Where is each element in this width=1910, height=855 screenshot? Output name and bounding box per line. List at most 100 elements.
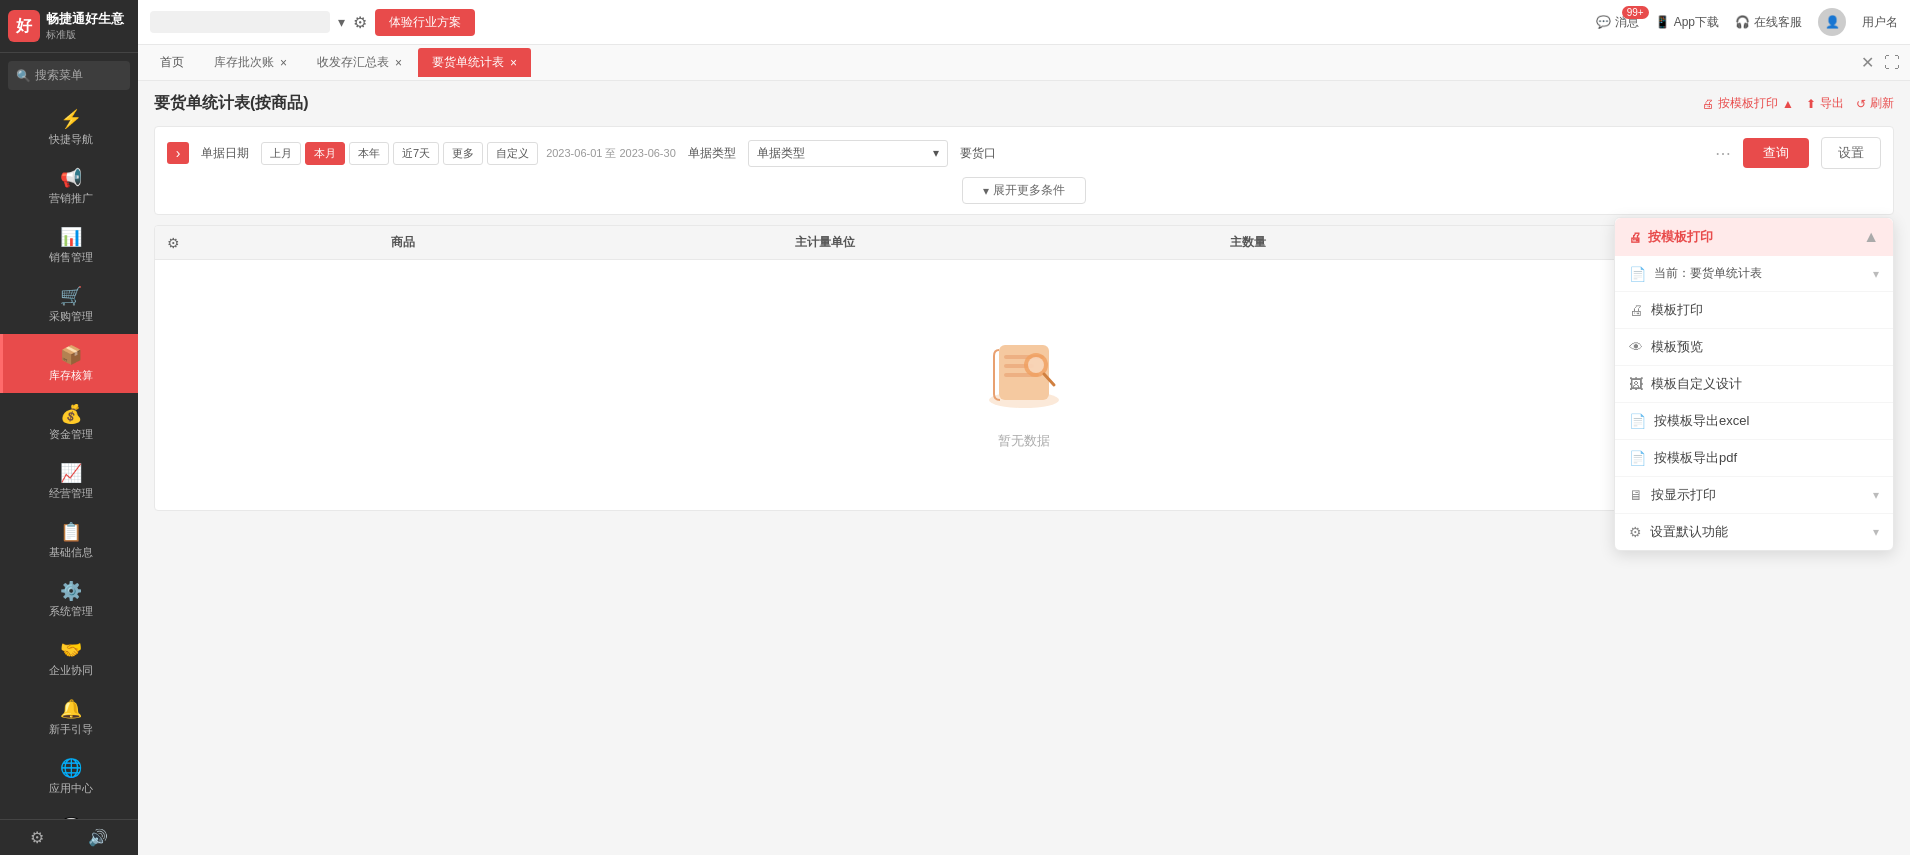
search-menu-button[interactable]: 🔍 搜索菜单 [8,61,130,90]
print-template-button[interactable]: 🖨 按模板打印 ▲ [1702,95,1794,112]
tab-home[interactable]: 首页 [146,48,198,77]
system-icon: ⚙️ [60,580,82,602]
printer-dropdown-icon: 🖨 [1629,230,1642,245]
topbar-settings-button[interactable]: ⚙ [353,13,367,32]
topbar-right: 💬 消息 99+ 📱 App下载 🎧 在线客服 👤 用户名 [1596,8,1898,36]
date-btn-this-year[interactable]: 本年 [349,142,389,165]
tab-order-stat-close[interactable]: × [510,56,517,70]
current-template-item[interactable]: 📄 当前：要货单统计表 ▾ [1615,256,1893,292]
sidebar-item-wechat[interactable]: 💬 企业微信 [0,806,138,819]
dropdown-close-button[interactable]: ▲ [1863,228,1879,246]
sidebar-item-collab[interactable]: 🤝 企业协同 [0,629,138,688]
sidebar-item-purchase[interactable]: 🛒 采购管理 [0,275,138,334]
empty-illustration [974,320,1074,420]
tab-inventory-batch[interactable]: 库存批次账 × [200,48,301,77]
date-btn-7days[interactable]: 近7天 [393,142,439,165]
search-icon: 🔍 [16,69,31,83]
date-btn-this-month[interactable]: 本月 [305,142,345,165]
export-button[interactable]: ⬆ 导出 [1806,95,1844,112]
display-print-item[interactable]: 🖥 按显示打印 ▾ [1615,477,1893,514]
app-logo: 好 畅捷通好生意 标准版 [0,0,138,53]
tab-collection-summary-close[interactable]: × [395,56,402,70]
download-icon: 📱 [1655,15,1670,29]
apps-icon: 🌐 [60,757,82,779]
empty-text: 暂无数据 [998,432,1050,450]
tab-order-stat[interactable]: 要货单统计表 × [418,48,531,77]
sidebar-item-finance[interactable]: 💰 资金管理 [0,393,138,452]
expand-conditions-button[interactable]: ▾ 展开更多条件 [962,177,1086,204]
template-print-item[interactable]: 🖨 模板打印 [1615,292,1893,329]
sidebar-item-operation[interactable]: 📈 经营管理 [0,452,138,511]
column-settings-button[interactable]: ⚙ [167,235,180,251]
quick-nav-icon: ⚡ [60,108,82,130]
topbar-search-input[interactable] [150,11,330,33]
more-options-button[interactable]: ⋯ [1715,144,1731,163]
page-title-bar: 要货单统计表(按商品) 🖨 按模板打印 ▲ ⬆ 导出 ↺ 刷新 [154,93,1894,114]
refresh-button[interactable]: ↺ 刷新 [1856,95,1894,112]
topbar: ▾ ⚙ 体验行业方案 💬 消息 99+ 📱 App下载 🎧 在线客服 👤 用户名 [138,0,1910,45]
finance-icon: 💰 [60,403,82,425]
sidebar-item-system[interactable]: ⚙️ 系统管理 [0,570,138,629]
type-filter-select[interactable]: 单据类型 ▾ [748,140,948,167]
template-preview-item[interactable]: 👁 模板预览 [1615,329,1893,366]
sidebar-item-marketing[interactable]: 📢 营销推广 [0,157,138,216]
pdf-icon: 📄 [1629,450,1646,466]
date-btn-last-month[interactable]: 上月 [261,142,301,165]
refresh-icon: ↺ [1856,97,1866,111]
customer-service-button[interactable]: 🎧 在线客服 [1735,14,1802,31]
default-func-arrow-icon: ▾ [1873,525,1879,539]
sidebar-item-sales[interactable]: 📊 销售管理 [0,216,138,275]
template-export-excel-item[interactable]: 📄 按模板导出excel [1615,403,1893,440]
dropdown-header: 🖨 按模板打印 ▲ [1615,218,1893,256]
svg-point-6 [1028,357,1044,373]
sidebar-item-basic[interactable]: 📋 基础信息 [0,511,138,570]
order-type-label: 要货口 [960,145,996,162]
sidebar-nav: ⚡ 快捷导航 📢 营销推广 📊 销售管理 🛒 采购管理 📦 库存核算 💰 资金管… [0,98,138,819]
default-func-item[interactable]: ⚙ 设置默认功能 ▾ [1615,514,1893,550]
template-export-pdf-item[interactable]: 📄 按模板导出pdf [1615,440,1893,477]
app-download-button[interactable]: 📱 App下载 [1655,14,1719,31]
display-print-icon: 🖥 [1629,487,1643,503]
date-btn-more[interactable]: 更多 [443,142,483,165]
tab-collection-summary[interactable]: 收发存汇总表 × [303,48,416,77]
message-button[interactable]: 💬 消息 99+ [1596,14,1639,31]
sidebar-search-area[interactable]: 🔍 搜索菜单 [0,53,138,98]
col-header-unit: 主计量单位 [614,234,1036,251]
sidebar-sound-button[interactable]: 🔊 [88,828,108,847]
filter-row-1: › 单据日期 上月 本月 本年 近7天 更多 自定义 2023-06-01 至 … [167,137,1881,169]
expand-icon: ▾ [983,184,989,198]
sidebar-item-guide[interactable]: 🔔 新手引导 [0,688,138,747]
tab-inventory-batch-close[interactable]: × [280,56,287,70]
maximize-tab-button[interactable]: ⛶ [1882,52,1902,74]
page-actions: 🖨 按模板打印 ▲ ⬆ 导出 ↺ 刷新 [1702,95,1894,112]
tabs-bar: 首页 库存批次账 × 收发存汇总表 × 要货单统计表 × ✕ ⛶ [138,45,1910,81]
type-placeholder: 单据类型 [757,145,805,162]
display-print-arrow-icon: ▾ [1873,488,1879,502]
printer-icon: 🖨 [1702,97,1714,111]
topbar-dropdown-button[interactable]: ▾ [338,14,345,30]
export-icon: ⬆ [1806,97,1816,111]
message-badge: 99+ [1622,6,1649,19]
template-design-icon: 🖼 [1629,376,1643,392]
user-avatar[interactable]: 👤 [1818,8,1846,36]
guide-icon: 🔔 [60,698,82,720]
sidebar-settings-button[interactable]: ⚙ [30,828,44,847]
close-tab-button[interactable]: ✕ [1859,51,1876,74]
date-btn-custom[interactable]: 自定义 [487,142,538,165]
collab-icon: 🤝 [60,639,82,661]
operation-icon: 📈 [60,462,82,484]
filter-expand-left-button[interactable]: › [167,142,189,164]
settings-button[interactable]: 设置 [1821,137,1881,169]
sidebar-item-inventory[interactable]: 📦 库存核算 [0,334,138,393]
sidebar-item-apps[interactable]: 🌐 应用中心 [0,747,138,806]
content-area: 要货单统计表(按商品) 🖨 按模板打印 ▲ ⬆ 导出 ↺ 刷新 [138,81,1910,855]
col-header-quantity: 主数量 [1037,234,1459,251]
sidebar-item-quick-nav[interactable]: ⚡ 快捷导航 [0,98,138,157]
query-button[interactable]: 查询 [1743,138,1809,168]
dropdown-title: 🖨 按模板打印 [1629,228,1713,246]
print-dropdown-popup: 🖨 按模板打印 ▲ 📄 当前：要货单统计表 ▾ 🖨 模板打印 👁 模板预览 🖼 [1614,217,1894,551]
trial-button[interactable]: 体验行业方案 [375,9,475,36]
message-icon: 💬 [1596,15,1611,29]
marketing-icon: 📢 [60,167,82,189]
template-design-item[interactable]: 🖼 模板自定义设计 [1615,366,1893,403]
